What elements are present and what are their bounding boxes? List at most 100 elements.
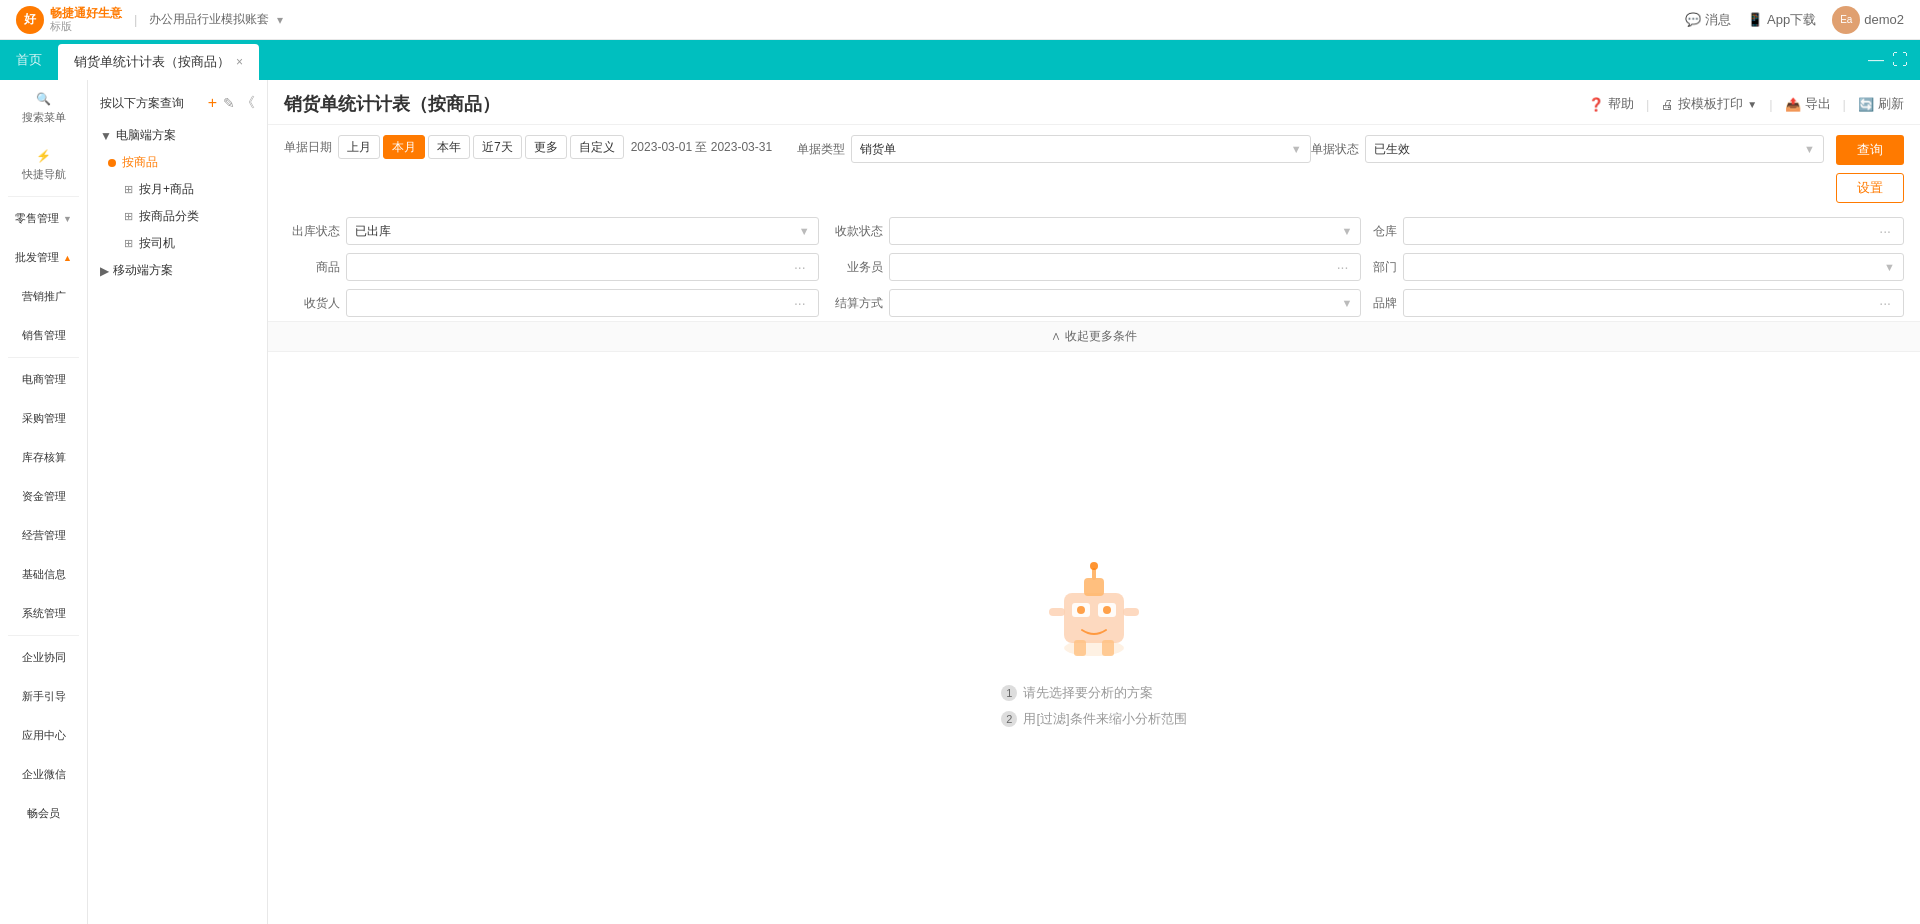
action-buttons: 查询 设置 bbox=[1836, 135, 1904, 203]
scheme-collapse-btn[interactable]: 《 bbox=[241, 94, 255, 112]
product-input[interactable]: ··· bbox=[346, 253, 819, 281]
brand-ellipsis[interactable]: ··· bbox=[1875, 295, 1895, 311]
sidebar-item-ecommerce[interactable]: 电商管理 bbox=[0, 360, 87, 399]
receipt-status-select[interactable]: ▼ bbox=[889, 217, 1362, 245]
scheme-group-mobile[interactable]: ▶ 移动端方案 bbox=[88, 257, 267, 284]
svg-rect-11 bbox=[1074, 640, 1086, 656]
receiver-ellipsis[interactable]: ··· bbox=[790, 295, 810, 311]
department-chevron: ▼ bbox=[1884, 261, 1895, 273]
scheme-edit-btn[interactable]: ✎ bbox=[223, 95, 235, 111]
scheme-item-label: 按商品 bbox=[122, 154, 158, 171]
date-btn-7days[interactable]: 近7天 bbox=[473, 135, 522, 159]
app-download-btn[interactable]: 📱 App下载 bbox=[1747, 11, 1816, 29]
product-ellipsis[interactable]: ··· bbox=[790, 259, 810, 275]
sidebar-item-purchase[interactable]: 采购管理 bbox=[0, 399, 87, 438]
scheme-item-month-product[interactable]: ⊞ 按月+商品 bbox=[88, 176, 267, 203]
bill-type-select[interactable]: 销货单 ▼ bbox=[851, 135, 1310, 163]
tab-close-btn[interactable]: × bbox=[236, 55, 243, 69]
scheme-sub-label-1: 按月+商品 bbox=[139, 181, 194, 198]
out-status-select[interactable]: 已出库 ▼ bbox=[346, 217, 819, 245]
page-title: 销货单统计计表（按商品） bbox=[284, 92, 500, 116]
date-btn-last-month[interactable]: 上月 bbox=[338, 135, 380, 159]
scheme-item-product-category[interactable]: ⊞ 按商品分类 bbox=[88, 203, 267, 230]
settlement-select[interactable]: ▼ bbox=[889, 289, 1362, 317]
refresh-icon: 🔄 bbox=[1858, 97, 1874, 112]
sidebar-item-retail[interactable]: 零售管理 ▼ bbox=[0, 199, 87, 238]
brand-input[interactable]: ··· bbox=[1403, 289, 1904, 317]
query-btn[interactable]: 查询 bbox=[1836, 135, 1904, 165]
scheme-sub-icon-2: ⊞ bbox=[124, 210, 133, 223]
salesperson-ellipsis[interactable]: ··· bbox=[1333, 259, 1353, 275]
filter-row-2: 出库状态 已出库 ▼ 收款状态 ▼ bbox=[268, 213, 1920, 249]
tab-minimize-btn[interactable]: — bbox=[1868, 51, 1884, 69]
logo-area: 好 畅捷通好生意 标版 bbox=[16, 6, 122, 34]
scheme-panel: 按以下方案查询 + ✎ 《 ▼ 电脑端方案 按商品 bbox=[88, 80, 268, 924]
page-header: 销货单统计计表（按商品） ❓ 帮助 | 🖨 按模板打印 ▼ | 📤 bbox=[268, 80, 1920, 125]
scheme-item-by-product[interactable]: 按商品 bbox=[88, 149, 267, 176]
empty-illustration bbox=[1034, 548, 1154, 668]
sidebar-search[interactable]: 🔍 搜索菜单 bbox=[0, 80, 87, 137]
scheme-group-pc[interactable]: ▼ 电脑端方案 bbox=[88, 122, 267, 149]
warehouse-label: 仓库 bbox=[1369, 223, 1397, 240]
out-status-label: 出库状态 bbox=[284, 223, 340, 240]
sidebar-item-member[interactable]: 畅会员 bbox=[0, 794, 87, 833]
date-btn-custom[interactable]: 自定义 bbox=[570, 135, 624, 159]
top-bar-left: 好 畅捷通好生意 标版 | 办公用品行业模拟账套 ▾ bbox=[16, 6, 283, 34]
sidebar-item-basic-info[interactable]: 基础信息 bbox=[0, 555, 87, 594]
date-btn-this-month[interactable]: 本月 bbox=[383, 135, 425, 159]
sidebar-item-management[interactable]: 经营管理 bbox=[0, 516, 87, 555]
salesperson-input[interactable]: ··· bbox=[889, 253, 1362, 281]
sidebar-sep-2 bbox=[8, 357, 79, 358]
main-panel: 销货单统计计表（按商品） ❓ 帮助 | 🖨 按模板打印 ▼ | 📤 bbox=[268, 80, 1920, 924]
scheme-item-driver[interactable]: ⊞ 按司机 bbox=[88, 230, 267, 257]
warehouse-group: 仓库 ··· bbox=[1369, 217, 1904, 245]
main-layout: 🔍 搜索菜单 ⚡ 快捷导航 零售管理 ▼ 批发管理 ▲ 营销推广 销售管理 电商… bbox=[0, 80, 1920, 924]
sidebar-quick-nav[interactable]: ⚡ 快捷导航 bbox=[0, 137, 87, 194]
tab-sales-stats[interactable]: 销货单统计计表（按商品） × bbox=[58, 44, 259, 80]
group-label-pc: 电脑端方案 bbox=[116, 127, 176, 144]
export-btn[interactable]: 📤 导出 bbox=[1785, 95, 1831, 113]
date-btn-this-year[interactable]: 本年 bbox=[428, 135, 470, 159]
sidebar-item-inventory[interactable]: 库存核算 bbox=[0, 438, 87, 477]
sidebar-item-enterprise[interactable]: 企业协同 bbox=[0, 638, 87, 677]
active-dot bbox=[108, 159, 116, 167]
search-icon: 🔍 bbox=[36, 92, 51, 106]
industry-dropdown[interactable]: ▾ bbox=[277, 13, 283, 27]
date-shortcuts: 上月 本月 本年 近7天 更多 自定义 2023-03-01 至 2023-03… bbox=[338, 135, 772, 159]
scheme-sub-icon-1: ⊞ bbox=[124, 183, 133, 196]
bill-status-select[interactable]: 已生效 ▼ bbox=[1365, 135, 1824, 163]
collapse-btn[interactable]: ∧ 收起更多条件 bbox=[268, 321, 1920, 351]
department-select[interactable]: ▼ bbox=[1403, 253, 1904, 281]
date-btn-more[interactable]: 更多 bbox=[525, 135, 567, 159]
warehouse-input[interactable]: ··· bbox=[1403, 217, 1904, 245]
sidebar-item-system[interactable]: 系统管理 bbox=[0, 594, 87, 633]
warehouse-ellipsis[interactable]: ··· bbox=[1875, 223, 1895, 239]
tab-maximize-btn[interactable]: ⛶ bbox=[1892, 51, 1908, 69]
export-icon: 📤 bbox=[1785, 97, 1801, 112]
sidebar-sep-1 bbox=[8, 196, 79, 197]
refresh-btn[interactable]: 🔄 刷新 bbox=[1858, 95, 1904, 113]
settlement-group: 结算方式 ▼ bbox=[827, 289, 1362, 317]
user-name: demo2 bbox=[1864, 12, 1904, 27]
set-btn[interactable]: 设置 bbox=[1836, 173, 1904, 203]
sidebar-item-marketing[interactable]: 营销推广 bbox=[0, 277, 87, 316]
receiver-input[interactable]: ··· bbox=[346, 289, 819, 317]
tab-home[interactable]: 首页 bbox=[0, 40, 58, 80]
date-label: 单据日期 bbox=[284, 139, 332, 156]
user-avatar-area[interactable]: Ea demo2 bbox=[1832, 6, 1904, 34]
sidebar-item-sales[interactable]: 销售管理 bbox=[0, 316, 87, 355]
tab-nav: 首页 销货单统计计表（按商品） × — ⛶ bbox=[0, 40, 1920, 80]
sidebar-item-finance[interactable]: 资金管理 bbox=[0, 477, 87, 516]
scheme-add-btn[interactable]: + bbox=[208, 94, 217, 112]
sidebar-item-wechat[interactable]: 企业微信 bbox=[0, 755, 87, 794]
message-btn[interactable]: 💬 消息 bbox=[1685, 11, 1731, 29]
sidebar-item-wholesale[interactable]: 批发管理 ▲ bbox=[0, 238, 87, 277]
help-btn[interactable]: ❓ 帮助 bbox=[1588, 95, 1634, 113]
page-actions: ❓ 帮助 | 🖨 按模板打印 ▼ | 📤 导出 | bbox=[1588, 95, 1904, 113]
print-template-btn[interactable]: 🖨 按模板打印 ▼ bbox=[1661, 95, 1757, 113]
sidebar-item-guide[interactable]: 新手引导 bbox=[0, 677, 87, 716]
brand-label: 品牌 bbox=[1369, 295, 1397, 312]
group-arrow-pc: ▼ bbox=[100, 129, 112, 143]
sidebar-item-app-center[interactable]: 应用中心 bbox=[0, 716, 87, 755]
quick-nav-icon: ⚡ bbox=[36, 149, 51, 163]
